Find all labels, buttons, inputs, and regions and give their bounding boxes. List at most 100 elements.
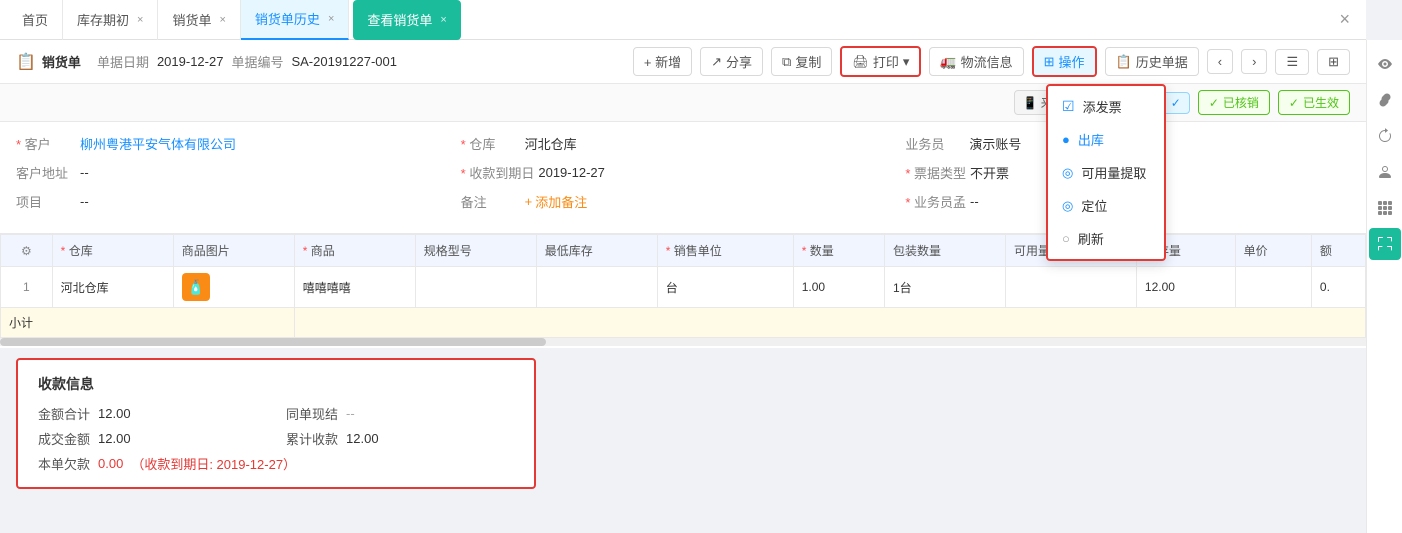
- cumulative-value: 12.00: [346, 431, 379, 446]
- history-button[interactable]: 📋 历史单据: [1105, 47, 1199, 76]
- share-icon: ↗: [711, 54, 722, 70]
- dropdown-add-invoice[interactable]: ☑ 添发票: [1048, 90, 1164, 123]
- tab-sale-order[interactable]: 销货单 ×: [158, 0, 240, 40]
- tab-sale-history[interactable]: 销货单历史 ×: [241, 0, 349, 40]
- tab-view-sale-label: 查看销货单: [367, 10, 432, 29]
- customer-value[interactable]: 柳州粤港平安气体有限公司: [80, 134, 236, 153]
- sales-label: 业务员孟: [905, 192, 966, 211]
- col-sales-unit: 销售单位: [657, 235, 793, 267]
- grid-view-button[interactable]: ⊞: [1317, 49, 1350, 75]
- warehouse-field: 仓库 河北仓库: [461, 134, 906, 153]
- subtotal-label: 小计: [1, 308, 295, 338]
- staff-value: 演示账号: [969, 134, 1021, 153]
- doc-date-value: 2019-12-27: [157, 54, 224, 69]
- locate-label: 定位: [1081, 196, 1107, 215]
- sidebar-expand-icon[interactable]: [1369, 228, 1401, 260]
- table-row: 1 河北仓库 🧴 嘻嘻嘻嘻 台 1.00 1台 12.00 0.: [1, 267, 1366, 308]
- copy-button[interactable]: ⧉ 复制: [771, 47, 832, 76]
- tab-sale-history-close[interactable]: ×: [328, 13, 334, 25]
- row-pack-qty: 1台: [884, 267, 1005, 308]
- row-sales-unit: 台: [657, 267, 793, 308]
- tab-inventory-close[interactable]: ×: [137, 14, 143, 26]
- dropdown-refresh[interactable]: ○ 刷新: [1048, 222, 1164, 255]
- product-thumbnail: 🧴: [182, 273, 210, 301]
- operation-icon: ⊞: [1044, 54, 1055, 70]
- effect-badge[interactable]: ✓ 已生效: [1278, 90, 1350, 115]
- sidebar-refresh-icon[interactable]: [1369, 120, 1401, 152]
- scroll-thumb[interactable]: [0, 338, 546, 346]
- row-image: 🧴: [173, 267, 294, 308]
- operation-button[interactable]: ⊞ 操作: [1032, 46, 1097, 77]
- radio-empty-icon: ◎: [1062, 165, 1073, 181]
- next-button[interactable]: ›: [1241, 49, 1267, 74]
- address-label: 客户地址: [16, 163, 76, 182]
- dropdown-quantity-extract[interactable]: ◎ 可用量提取: [1048, 156, 1164, 189]
- print-label: 打印: [873, 52, 899, 71]
- tab-sale-order-label: 销货单: [172, 10, 211, 29]
- add-invoice-label: 添发票: [1083, 97, 1122, 116]
- dropdown-stock-out[interactable]: ● 出库: [1048, 123, 1164, 156]
- col-settings[interactable]: ⚙: [1, 235, 53, 267]
- doc-title-block: 📋 销货单: [16, 52, 81, 72]
- payment-cumulative: 累计收款 12.00: [286, 429, 514, 448]
- remark-label: 备注: [461, 192, 521, 211]
- row-warehouse: 河北仓库: [52, 267, 173, 308]
- col-image: 商品图片: [173, 235, 294, 267]
- payment-title: 收款信息: [38, 374, 514, 394]
- list-view-button[interactable]: ☰: [1275, 49, 1309, 75]
- tab-inventory[interactable]: 库存期初 ×: [63, 0, 158, 40]
- customer-field: 客户 柳州粤港平安气体有限公司: [16, 134, 461, 153]
- new-button[interactable]: + 新增: [633, 47, 692, 76]
- sidebar-link-icon[interactable]: [1369, 84, 1401, 116]
- tab-view-sale[interactable]: 查看销货单 ×: [353, 0, 460, 40]
- doc-meta: 单据日期 2019-12-27 单据编号 SA-20191227-001: [97, 52, 397, 71]
- due-date-field: 收款到期日 2019-12-27: [461, 163, 906, 182]
- confirmed-badge[interactable]: ✓ 已核销: [1198, 90, 1270, 115]
- payment-grid: 金额合计 12.00 同单现结 -- 成交金额 12.00 累计收款 12.00…: [38, 404, 514, 473]
- warehouse-value: 河北仓库: [525, 134, 577, 153]
- logistics-button[interactable]: 🚛 物流信息: [929, 47, 1023, 76]
- outstanding-note: （收款到期日: 2019-12-27）: [131, 454, 296, 473]
- window-close-button[interactable]: ×: [1331, 9, 1358, 30]
- prev-button[interactable]: ‹: [1207, 49, 1233, 74]
- ticket-type-value: 不开票: [970, 163, 1009, 182]
- print-button[interactable]: 🖨 打印 ▾: [840, 46, 921, 77]
- share-button[interactable]: ↗ 分享: [700, 47, 763, 76]
- plus-icon: +: [525, 194, 533, 209]
- row-product: 嘻嘻嘻嘻: [294, 267, 415, 308]
- new-label: + 新增: [644, 52, 681, 71]
- tab-view-sale-close[interactable]: ×: [440, 14, 446, 26]
- radio-filled-icon: ●: [1062, 132, 1070, 147]
- logistics-label: 物流信息: [961, 52, 1013, 71]
- copy-label: 复制: [795, 52, 821, 71]
- sidebar-grid-icon[interactable]: [1369, 192, 1401, 224]
- right-sidebar: [1366, 40, 1402, 533]
- confirmed-check-icon: ✓: [1209, 96, 1219, 110]
- tab-home[interactable]: 首页: [8, 0, 63, 40]
- warehouse-label: 仓库: [461, 134, 521, 153]
- row-no: 1: [1, 267, 53, 308]
- check-icon: ✓: [1171, 96, 1181, 110]
- dropdown-locate[interactable]: ◎ 定位: [1048, 189, 1164, 222]
- tab-sale-order-close[interactable]: ×: [219, 14, 225, 26]
- share-label: 分享: [726, 52, 752, 71]
- project-field: 项目 --: [16, 192, 461, 211]
- toolbar: + 新增 ↗ 分享 ⧉ 复制 🖨 打印 ▾ 🚛 物流信息 ⊞ 操作: [633, 46, 1350, 77]
- sales-value: --: [970, 194, 979, 209]
- quantity-extract-label: 可用量提取: [1081, 163, 1146, 182]
- remark-add-button[interactable]: + 添加备注: [525, 192, 588, 211]
- sidebar-user-icon[interactable]: [1369, 156, 1401, 188]
- horizontal-scrollbar[interactable]: [0, 338, 1366, 346]
- sidebar-eye-icon[interactable]: [1369, 48, 1401, 80]
- transaction-label: 成交金额: [38, 429, 90, 448]
- tab-inventory-label: 库存期初: [77, 10, 129, 29]
- history-icon: 📋: [1116, 54, 1132, 70]
- payment-outstanding-row: 本单欠款 0.00 （收款到期日: 2019-12-27）: [38, 454, 514, 473]
- operation-dropdown: ☑ 添发票 ● 出库 ◎ 可用量提取 ◎ 定位 ○ 刷新: [1046, 84, 1166, 261]
- truck-icon: 🚛: [940, 54, 956, 70]
- payment-section: 收款信息 金额合计 12.00 同单现结 -- 成交金额 12.00 累计收款 …: [16, 358, 536, 489]
- row-current-stock: 12.00: [1136, 267, 1235, 308]
- history-label: 历史单据: [1136, 52, 1188, 71]
- row-amount: 0.: [1311, 267, 1365, 308]
- next-icon: ›: [1252, 54, 1256, 69]
